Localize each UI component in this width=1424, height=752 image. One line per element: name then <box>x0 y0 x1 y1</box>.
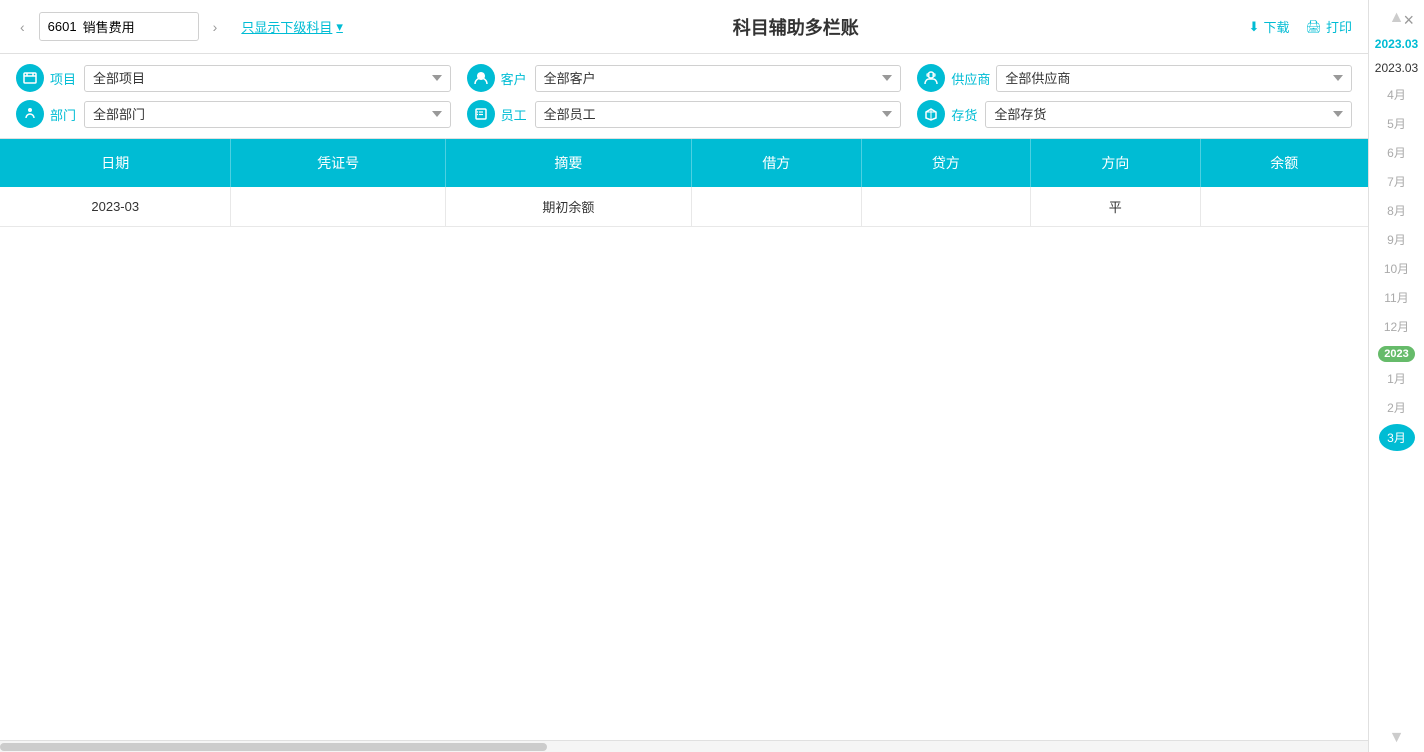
account-code-box: 6601 销售费用 <box>39 12 199 41</box>
cell-voucher <box>231 187 445 227</box>
filter-dropdown-button[interactable]: 只显示下级科目 ▾ <box>241 17 343 36</box>
side-panel: ▲ 2023.03 2023.03 4月 5月 6月 7月 8月 9月 10月 … <box>1368 0 1424 752</box>
account-name: 销售费用 <box>83 17 135 36</box>
filter-item-department: 部门 全部部门 <box>16 100 451 128</box>
filter-item-customer: 客户 全部客户 <box>467 64 902 92</box>
col-summary: 摘要 <box>445 139 691 187</box>
customer-select[interactable]: 全部客户 <box>535 65 902 92</box>
cell-date: 2023-03 <box>0 187 231 227</box>
nav-next-button[interactable]: › <box>209 17 222 37</box>
col-debit: 借方 <box>692 139 862 187</box>
side-period-2023-03-second[interactable]: 2023.03 <box>1369 56 1424 80</box>
side-panel-down-arrow[interactable]: ▼ <box>1385 726 1409 750</box>
side-month-6[interactable]: 6月 <box>1369 138 1424 167</box>
download-icon: ⬇ <box>1249 19 1260 35</box>
customer-icon <box>467 64 495 92</box>
side-month-11[interactable]: 11月 <box>1369 283 1424 312</box>
col-direction: 方向 <box>1031 139 1201 187</box>
filter-item-employee: 员工 全部员工 <box>467 100 902 128</box>
filter-dropdown-chevron-icon: ▾ <box>336 19 343 35</box>
year-badge: 2023 <box>1378 346 1414 362</box>
top-bar: ‹ 6601 销售费用 › 只显示下级科目 ▾ 科目辅助多栏账 ⬇ 下载 🖨 打… <box>0 0 1368 54</box>
employee-icon <box>467 100 495 128</box>
cell-summary: 期初余额 <box>445 187 691 227</box>
account-code: 6601 <box>48 19 77 34</box>
inventory-label: 存货 <box>951 105 979 124</box>
print-icon: 🖨 <box>1305 19 1322 35</box>
cell-direction: 平 <box>1031 187 1201 227</box>
download-button[interactable]: ⬇ 下载 <box>1249 17 1290 36</box>
department-select[interactable]: 全部部门 <box>84 101 451 128</box>
print-button[interactable]: 🖨 打印 <box>1305 17 1352 36</box>
side-month-1[interactable]: 1月 <box>1369 364 1424 393</box>
customer-label: 客户 <box>501 69 529 88</box>
filter-dropdown-label: 只显示下级科目 <box>241 17 332 36</box>
scrollbar-thumb <box>0 743 547 751</box>
employee-label: 员工 <box>501 105 529 124</box>
nav-prev-button[interactable]: ‹ <box>16 17 29 37</box>
filter-area: 项目 全部项目 客户 全部客户 <box>0 54 1368 139</box>
side-month-8[interactable]: 8月 <box>1369 196 1424 225</box>
table-header-row: 日期 凭证号 摘要 借方 贷方 方向 余额 <box>0 139 1368 187</box>
supplier-label: 供应商 <box>951 69 990 88</box>
side-month-9[interactable]: 9月 <box>1369 225 1424 254</box>
supplier-select[interactable]: 全部供应商 <box>996 65 1352 92</box>
col-credit: 贷方 <box>861 139 1031 187</box>
filter-row-1: 项目 全部项目 客户 全部客户 <box>16 64 1352 92</box>
project-label: 项目 <box>50 69 78 88</box>
project-select[interactable]: 全部项目 <box>84 65 451 92</box>
cell-debit <box>692 187 862 227</box>
col-date: 日期 <box>0 139 231 187</box>
page-title: 科目辅助多栏账 <box>353 14 1239 40</box>
filter-item-supplier: 供应商 全部供应商 <box>917 64 1352 92</box>
supplier-icon <box>917 64 945 92</box>
table-row: 2023-03 期初余额 平 <box>0 187 1368 227</box>
close-button[interactable]: × <box>1403 10 1414 31</box>
toolbar-right: ⬇ 下载 🖨 打印 <box>1249 17 1352 36</box>
col-voucher: 凭证号 <box>231 139 445 187</box>
side-month-3-active[interactable]: 3月 <box>1379 424 1415 451</box>
filter-item-inventory: 存货 全部存货 <box>917 100 1352 128</box>
main-table: 日期 凭证号 摘要 借方 贷方 方向 余额 2023-03 期初余额 平 <box>0 139 1368 227</box>
side-month-12[interactable]: 12月 <box>1369 312 1424 341</box>
filter-item-project: 项目 全部项目 <box>16 64 451 92</box>
side-month-10[interactable]: 10月 <box>1369 254 1424 283</box>
project-icon <box>16 64 44 92</box>
department-icon <box>16 100 44 128</box>
side-month-2[interactable]: 2月 <box>1369 393 1424 422</box>
inventory-icon <box>917 100 945 128</box>
employee-select[interactable]: 全部员工 <box>535 101 902 128</box>
filter-row-2: 部门 全部部门 员工 <box>16 100 1352 128</box>
table-wrapper: 日期 凭证号 摘要 借方 贷方 方向 余额 2023-03 期初余额 平 <box>0 139 1368 740</box>
bottom-scrollbar[interactable] <box>0 740 1368 752</box>
side-month-7[interactable]: 7月 <box>1369 167 1424 196</box>
inventory-select[interactable]: 全部存货 <box>985 101 1352 128</box>
department-label: 部门 <box>50 105 78 124</box>
cell-credit <box>861 187 1031 227</box>
side-month-4[interactable]: 4月 <box>1369 80 1424 109</box>
side-period-2023-03-first[interactable]: 2023.03 <box>1369 32 1424 56</box>
download-label: 下载 <box>1263 17 1289 36</box>
cell-balance <box>1200 187 1368 227</box>
print-label: 打印 <box>1326 17 1352 36</box>
col-balance: 余额 <box>1200 139 1368 187</box>
side-month-5[interactable]: 5月 <box>1369 109 1424 138</box>
